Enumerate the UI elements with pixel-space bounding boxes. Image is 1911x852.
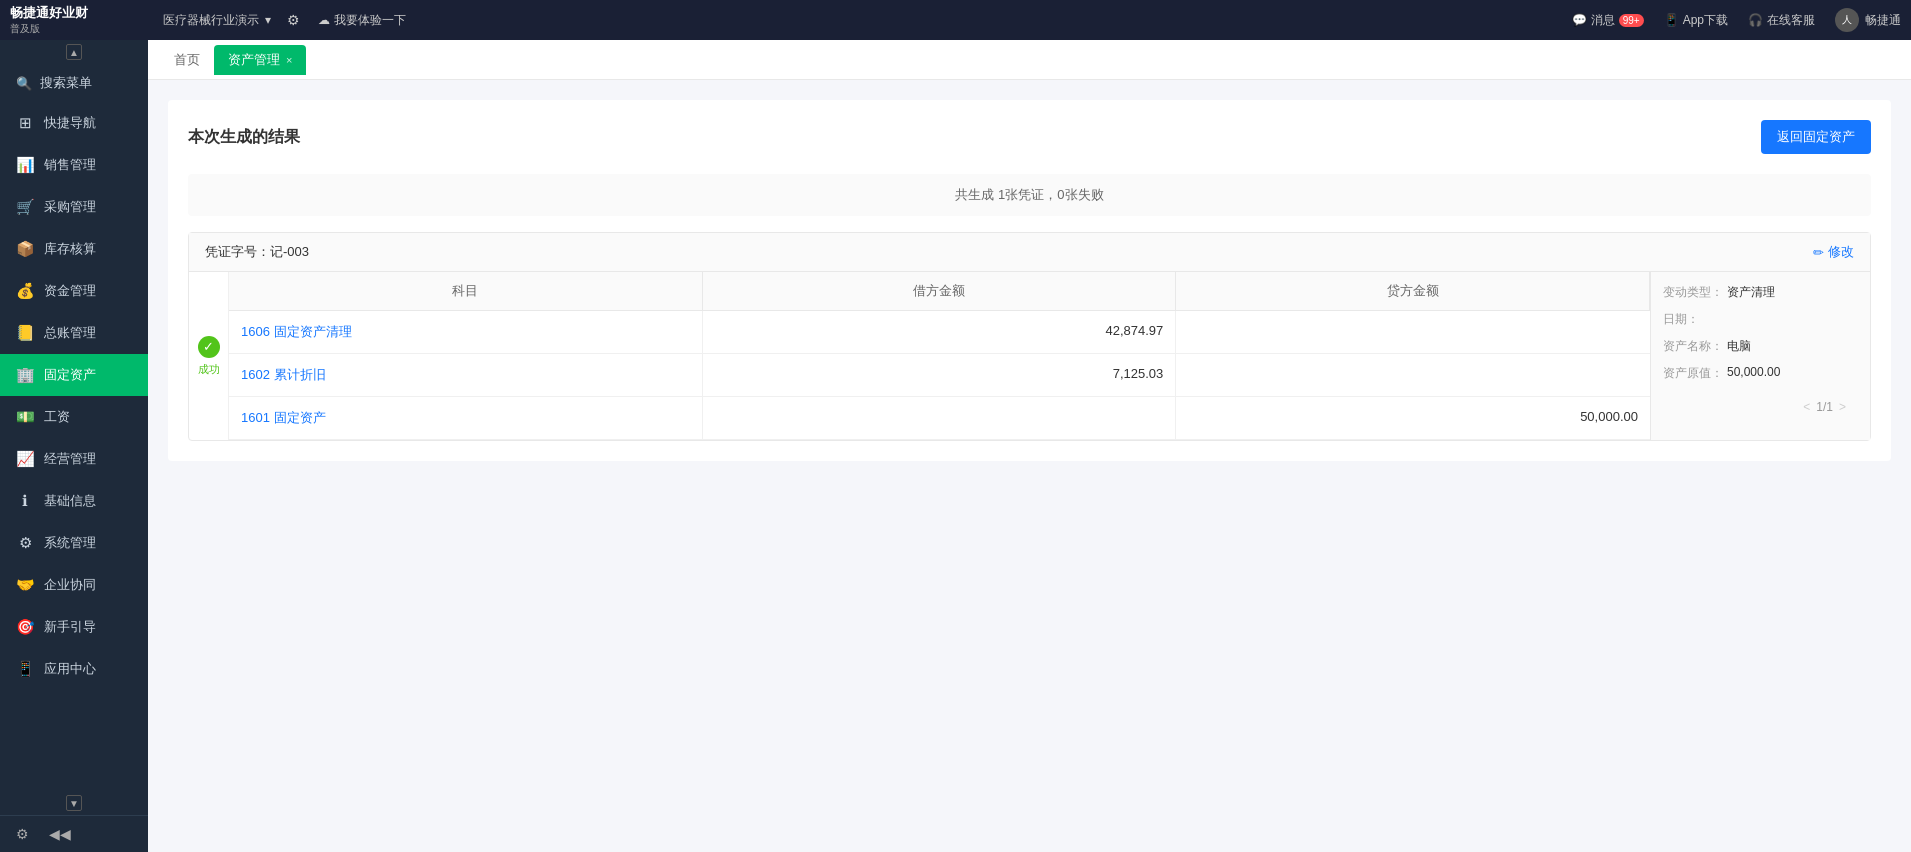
pagination: < 1/1 > — [1663, 392, 1858, 422]
logo-area: 畅捷通好业财 普及版 — [10, 4, 155, 36]
sidebar-scroll: 🔍 搜索菜单 ⊞ 快捷导航 📊 销售管理 🛒 采购管理 📦 库存核算 💰 — [0, 64, 148, 791]
cooperation-icon: 🤝 — [16, 576, 34, 594]
payroll-icon: 💵 — [16, 408, 34, 426]
sidebar-item-purchase[interactable]: 🛒 采购管理 — [0, 186, 148, 228]
funds-icon: 💰 — [16, 282, 34, 300]
settings-icon[interactable]: ⚙ — [279, 8, 308, 32]
voucher-content: ✓成功科目借方金额贷方金额1606 固定资产清理42,874.971602 累计… — [189, 272, 1870, 440]
sidebar-settings-icon[interactable]: ⚙ — [16, 826, 29, 842]
table-row: 1601 固定资产50,000.00 — [229, 397, 1650, 440]
scroll-up[interactable]: ▲ — [0, 40, 148, 64]
sidebar-item-cooperation[interactable]: 🤝 企业协同 — [0, 564, 148, 606]
sidebar-search[interactable]: 🔍 搜索菜单 — [0, 64, 148, 102]
fixed-assets-icon: 🏢 — [16, 366, 34, 384]
chevron-down-icon: ▾ — [265, 13, 271, 27]
download-icon: 📱 — [1664, 13, 1679, 27]
status-column: ✓成功 — [189, 272, 229, 440]
app-edition: 普及版 — [10, 22, 155, 36]
content-area: 首页 资产管理 × 本次生成的结果 返回固定资产 共生成 1张凭证，0张失败 — [148, 40, 1911, 852]
top-header: 畅捷通好业财 普及版 医疗器械行业演示 ▾ ⚙ ☁ 我要体验一下 💬 消息 99… — [0, 0, 1911, 40]
home-icon: ⊞ — [16, 114, 34, 132]
sidebar-item-app-center[interactable]: 📱 应用中心 — [0, 648, 148, 690]
sidebar-item-funds[interactable]: 💰 资金管理 — [0, 270, 148, 312]
sidebar-item-basic-info[interactable]: ℹ 基础信息 — [0, 480, 148, 522]
header-actions: 💬 消息 99+ 📱 App下载 🎧 在线客服 人 畅捷通 — [1572, 8, 1901, 32]
sidebar-bottom: ⚙ ◀◀ — [0, 815, 148, 852]
sidebar-item-system[interactable]: ⚙ 系统管理 — [0, 522, 148, 564]
scroll-down[interactable]: ▼ — [0, 791, 148, 815]
tab-home[interactable]: 首页 — [164, 51, 210, 69]
page-info: 1/1 — [1816, 400, 1833, 414]
sidebar-item-inventory[interactable]: 📦 库存核算 — [0, 228, 148, 270]
sales-icon: 📊 — [16, 156, 34, 174]
sidebar-collapse-icon[interactable]: ◀◀ — [49, 826, 71, 842]
result-panel: 本次生成的结果 返回固定资产 共生成 1张凭证，0张失败 凭证字号：记-003 … — [168, 100, 1891, 461]
messages-btn[interactable]: 💬 消息 99+ — [1572, 12, 1644, 29]
sidebar: ▲ 🔍 搜索菜单 ⊞ 快捷导航 📊 销售管理 🛒 采购管理 📦 库存核算 — [0, 40, 148, 852]
env-selector[interactable]: 医疗器械行业演示 ▾ — [155, 8, 279, 33]
main-layout: ▲ 🔍 搜索菜单 ⊞ 快捷导航 📊 销售管理 🛒 采购管理 📦 库存核算 — [0, 40, 1911, 852]
meta-asset-name: 资产名称： 电脑 — [1663, 338, 1858, 355]
table-row: 1602 累计折旧7,125.03 — [229, 354, 1650, 397]
online-support-btn[interactable]: 🎧 在线客服 — [1748, 12, 1815, 29]
inventory-icon: 📦 — [16, 240, 34, 258]
scroll-up-arrow[interactable]: ▲ — [66, 44, 82, 60]
messages-badge: 99+ — [1619, 14, 1644, 27]
app-name: 畅捷通好业财 — [10, 4, 155, 22]
search-icon: 🔍 — [16, 76, 32, 91]
user-area[interactable]: 人 畅捷通 — [1835, 8, 1901, 32]
page-content: 本次生成的结果 返回固定资产 共生成 1张凭证，0张失败 凭证字号：记-003 … — [148, 80, 1911, 852]
meta-date: 日期： — [1663, 311, 1858, 328]
tab-asset-management[interactable]: 资产管理 × — [214, 45, 306, 75]
table-row: 1606 固定资产清理42,874.97 — [229, 311, 1650, 354]
system-icon: ⚙ — [16, 534, 34, 552]
tab-close-btn[interactable]: × — [286, 54, 292, 66]
voucher-table-area: ✓成功科目借方金额贷方金额1606 固定资产清理42,874.971602 累计… — [189, 272, 1650, 440]
try-experience-btn[interactable]: ☁ 我要体验一下 — [318, 12, 406, 29]
edit-voucher-btn[interactable]: ✏ 修改 — [1813, 243, 1854, 261]
avatar: 人 — [1835, 8, 1859, 32]
app-center-icon: 📱 — [16, 660, 34, 678]
sidebar-item-ledger[interactable]: 📒 总账管理 — [0, 312, 148, 354]
basic-info-icon: ℹ — [16, 492, 34, 510]
prev-page-btn[interactable]: < — [1803, 400, 1810, 414]
meta-change-type: 变动类型： 资产清理 — [1663, 284, 1858, 301]
voucher-meta-panel: 变动类型： 资产清理 日期： 资产名称： 电脑 — [1650, 272, 1870, 440]
purchase-icon: 🛒 — [16, 198, 34, 216]
voucher-section: 凭证字号：记-003 ✏ 修改 ✓成功科目借方金额贷方金额1606 固定资产清理… — [188, 232, 1871, 441]
ledger-icon: 📒 — [16, 324, 34, 342]
sidebar-item-quick-nav[interactable]: ⊞ 快捷导航 — [0, 102, 148, 144]
message-icon: 💬 — [1572, 13, 1587, 27]
voucher-number: 凭证字号：记-003 — [205, 243, 309, 261]
headset-icon: 🎧 — [1748, 13, 1763, 27]
sidebar-item-newbie[interactable]: 🎯 新手引导 — [0, 606, 148, 648]
sidebar-item-operations[interactable]: 📈 经营管理 — [0, 438, 148, 480]
tab-label: 资产管理 — [228, 51, 280, 69]
next-page-btn[interactable]: > — [1839, 400, 1846, 414]
page-title: 本次生成的结果 — [188, 127, 300, 148]
edit-icon: ✏ — [1813, 245, 1824, 260]
tab-bar: 首页 资产管理 × — [148, 40, 1911, 80]
app-download-btn[interactable]: 📱 App下载 — [1664, 12, 1728, 29]
result-header: 本次生成的结果 返回固定资产 — [188, 120, 1871, 154]
result-summary: 共生成 1张凭证，0张失败 — [188, 174, 1871, 216]
return-fixed-assets-btn[interactable]: 返回固定资产 — [1761, 120, 1871, 154]
env-label: 医疗器械行业演示 — [163, 12, 259, 29]
operations-icon: 📈 — [16, 450, 34, 468]
cloud-icon: ☁ — [318, 13, 330, 27]
newbie-icon: 🎯 — [16, 618, 34, 636]
meta-original-value: 资产原值： 50,000.00 — [1663, 365, 1858, 382]
voucher-header: 凭证字号：记-003 ✏ 修改 — [189, 233, 1870, 272]
sidebar-item-payroll[interactable]: 💵 工资 — [0, 396, 148, 438]
sidebar-item-sales[interactable]: 📊 销售管理 — [0, 144, 148, 186]
sidebar-item-fixed-assets[interactable]: 🏢 固定资产 — [0, 354, 148, 396]
scroll-down-arrow[interactable]: ▼ — [66, 795, 82, 811]
user-name: 畅捷通 — [1865, 12, 1901, 29]
